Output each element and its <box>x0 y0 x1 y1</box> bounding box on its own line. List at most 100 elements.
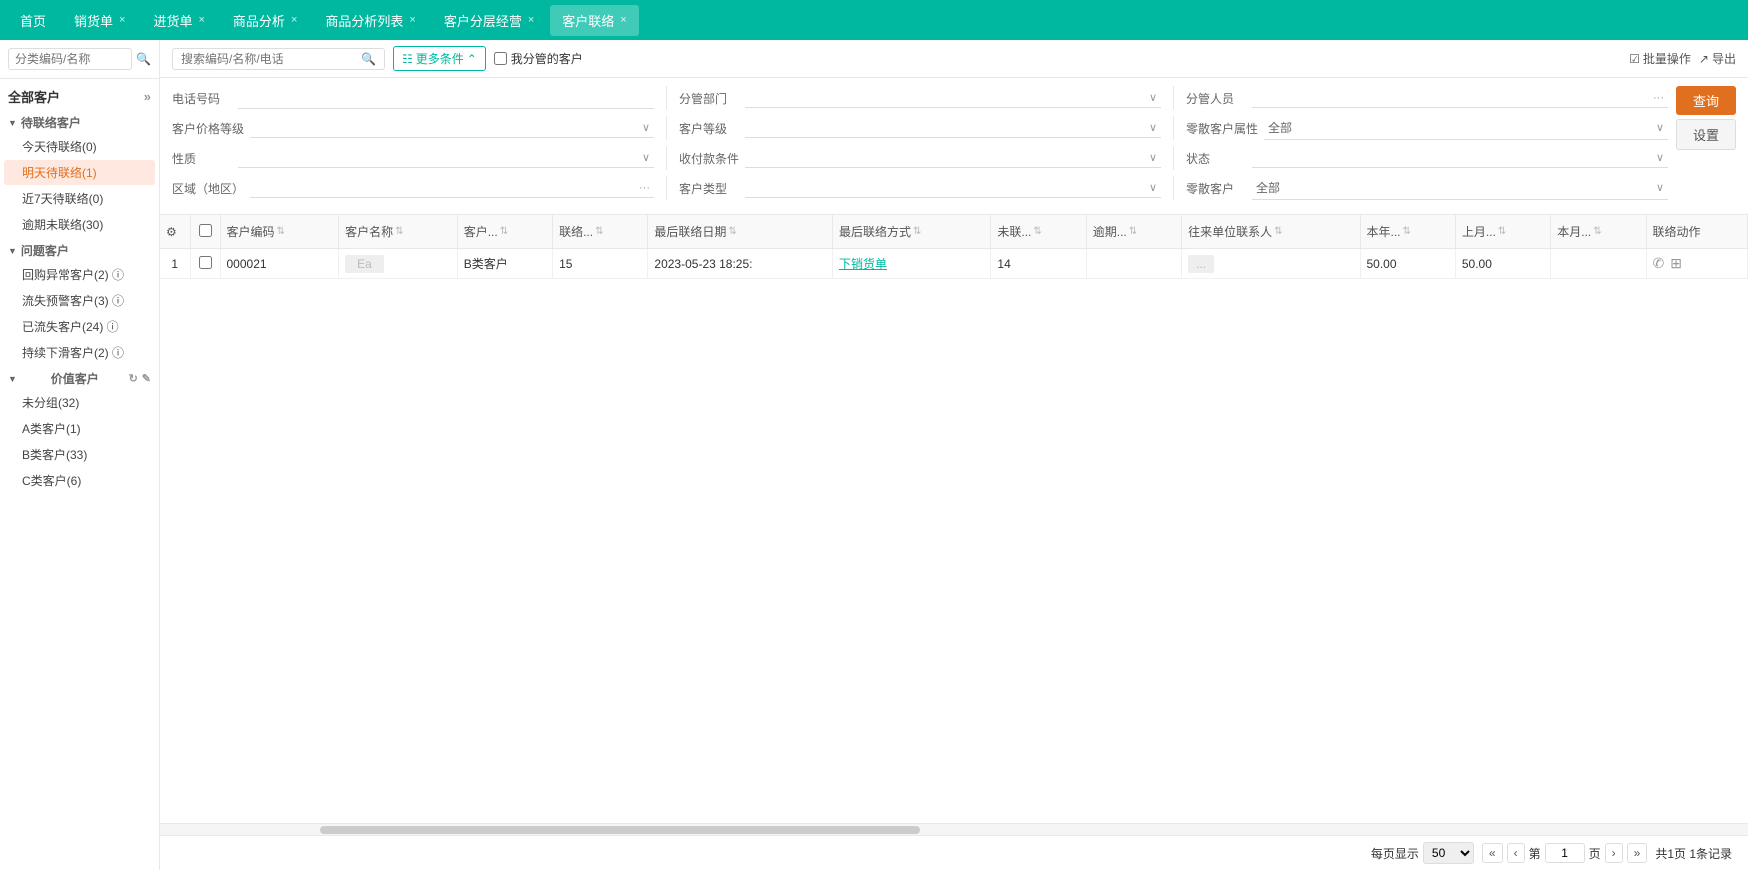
status-select[interactable] <box>1252 148 1668 168</box>
sidebar-item-today-contact[interactable]: 今天待联络(0) <box>4 134 155 159</box>
all-customers-header[interactable]: 全部客户 » <box>0 83 159 110</box>
col-last-contact-date: 最后联络日期⇅ <box>648 215 833 249</box>
col-customer-type: 客户...⇅ <box>457 215 552 249</box>
group-label-pending: 待联络客户 <box>0 110 159 133</box>
col-settings-icon[interactable]: ⚙ <box>166 225 177 239</box>
next-page-btn[interactable]: › <box>1605 843 1623 863</box>
sidebar-item-overdue-contact[interactable]: 逾期未联络(30) <box>4 212 155 237</box>
col-settings: ⚙ <box>160 215 190 249</box>
nav-sales-order[interactable]: 销货单 × <box>62 5 137 36</box>
sort-icon-method[interactable]: ⇅ <box>913 226 921 237</box>
sidebar-search-area: 🔍 <box>0 48 159 79</box>
horizontal-scrollbar[interactable] <box>160 823 1748 835</box>
row-last-date: 2023-05-23 18:25: <box>648 249 833 279</box>
query-button[interactable]: 查询 <box>1676 86 1736 115</box>
my-customers-checkbox[interactable] <box>494 52 507 65</box>
sidebar-item-7days-contact[interactable]: 近7天待联络(0) <box>4 186 155 211</box>
sidebar-item-repurchase-abnormal[interactable]: 回购异常客户(2) ⓘ <box>4 262 155 287</box>
sort-icon-this-month[interactable]: ⇅ <box>1593 226 1601 237</box>
sort-icon-name[interactable]: ⇅ <box>395 226 403 237</box>
row-code: 000021 <box>220 249 339 279</box>
edit-icon[interactable]: ✎ <box>142 372 151 385</box>
sidebar-item-a-class[interactable]: A类客户(1) <box>4 416 155 441</box>
first-page-btn[interactable]: « <box>1482 843 1503 863</box>
retail-attr-select[interactable]: 全部 <box>1264 116 1668 140</box>
select-all-checkbox[interactable] <box>199 224 212 237</box>
page-size-select[interactable]: 50 100 200 <box>1423 842 1474 864</box>
top-nav: 首页 销货单 × 进货单 × 商品分析 × 商品分析列表 × 客户分层经营 × … <box>0 0 1748 40</box>
nav-close-sales[interactable]: × <box>119 14 125 26</box>
filter-field-price-grade: 客户价格等级 <box>172 118 654 138</box>
sidebar-item-declining[interactable]: 持续下滑客户(2) ⓘ <box>4 340 155 365</box>
nav-customer-segment[interactable]: 客户分层经营 × <box>432 5 546 36</box>
sort-icon-date[interactable]: ⇅ <box>728 226 736 237</box>
nav-close-customer-contact[interactable]: × <box>620 14 626 26</box>
sort-icon-person[interactable]: ⇅ <box>1274 226 1282 237</box>
phone-input[interactable] <box>238 88 654 109</box>
row-customer-type: B类客户 <box>457 249 552 279</box>
export-btn[interactable]: ↗ 导出 <box>1699 50 1736 67</box>
page-input[interactable] <box>1545 843 1585 863</box>
sidebar-item-tomorrow-contact[interactable]: 明天待联络(1) <box>4 160 155 185</box>
sidebar-search-icon[interactable]: 🔍 <box>136 52 151 66</box>
nav-product-analysis[interactable]: 商品分析 × <box>221 5 309 36</box>
refresh-icon[interactable]: ↻ <box>129 372 138 385</box>
sort-icon-contact[interactable]: ⇅ <box>595 226 603 237</box>
nav-purchase-order[interactable]: 进货单 × <box>141 5 216 36</box>
retail-customer-select[interactable]: 全部 <box>1252 176 1668 200</box>
sort-icon-last-month[interactable]: ⇅ <box>1498 226 1506 237</box>
row-no: 1 <box>160 249 190 279</box>
scrollbar-thumb[interactable] <box>320 826 920 834</box>
nav-product-analysis-list[interactable]: 商品分析列表 × <box>313 5 427 36</box>
col-overdue: 逾期...⇅ <box>1086 215 1181 249</box>
sidebar-item-churned[interactable]: 已流失客户(24) ⓘ <box>4 314 155 339</box>
sidebar-item-ungrouped[interactable]: 未分组(32) <box>4 390 155 415</box>
search-input[interactable] <box>181 52 361 66</box>
nav-close-product[interactable]: × <box>291 14 297 26</box>
price-grade-select[interactable] <box>250 118 654 138</box>
phone-action-icon[interactable]: ✆ <box>1653 255 1665 272</box>
group-label-problem: 问题客户 <box>0 238 159 261</box>
table-container: ⚙ 客户编码⇅ 客户名称⇅ 客户...⇅ <box>160 215 1748 823</box>
nav-home[interactable]: 首页 <box>8 5 58 36</box>
nature-select[interactable] <box>238 148 654 168</box>
sort-icon-year[interactable]: ⇅ <box>1403 226 1411 237</box>
row-checkbox[interactable] <box>199 256 212 269</box>
sidebar-item-churn-warning[interactable]: 流失预警客户(3) ⓘ <box>4 288 155 313</box>
last-page-btn[interactable]: » <box>1627 843 1648 863</box>
customer-type-select[interactable] <box>745 178 1161 198</box>
payment-select[interactable] <box>745 148 1161 168</box>
sort-icon-type[interactable]: ⇅ <box>500 226 508 237</box>
customer-grade-select[interactable] <box>745 118 1161 138</box>
nav-close-purchase[interactable]: × <box>198 14 204 26</box>
collapse-icon[interactable]: » <box>144 89 151 104</box>
row-uncontacted: 14 <box>991 249 1086 279</box>
sidebar-item-b-class[interactable]: B类客户(33) <box>4 442 155 467</box>
branch-person-select[interactable] <box>1252 89 1668 108</box>
row-last-month: 50.00 <box>1455 249 1550 279</box>
settings-button[interactable]: 设置 <box>1676 119 1736 150</box>
prev-page-btn[interactable]: ‹ <box>1507 843 1525 863</box>
nav-customer-contact[interactable]: 客户联络 × <box>550 5 638 36</box>
nav-close-product-list[interactable]: × <box>409 14 415 26</box>
region-select[interactable] <box>250 179 654 198</box>
group-label-value: 价值客户 ↻ ✎ <box>0 366 159 389</box>
sort-icon-overdue[interactable]: ⇅ <box>1129 226 1137 237</box>
branch-dept-select[interactable] <box>745 88 1161 108</box>
last-method-link[interactable]: 下销货单 <box>839 257 887 271</box>
nav-close-customer-segment[interactable]: × <box>528 14 534 26</box>
my-customers-checkbox-area[interactable]: 我分管的客户 <box>494 50 583 67</box>
filter-row-4: 区域（地区） 客户类型 零散客户 全部 <box>172 176 1668 200</box>
grid-action-icon[interactable]: ⊞ <box>1670 255 1682 272</box>
more-conditions-btn[interactable]: ☷ 更多条件 ⌃ <box>393 46 486 71</box>
sidebar-search-input[interactable] <box>8 48 132 70</box>
sort-icon-code[interactable]: ⇅ <box>277 226 285 237</box>
batch-operation-btn[interactable]: ☑ 批量操作 <box>1629 50 1691 67</box>
sort-icon-uncontacted[interactable]: ⇅ <box>1033 226 1041 237</box>
filter-field-branch-dept: 分管部门 <box>679 88 1161 108</box>
sidebar-item-c-class[interactable]: C类客户(6) <box>4 468 155 493</box>
search-box: 🔍 <box>172 48 385 70</box>
filter-bar-right: ☑ 批量操作 ↗ 导出 <box>1629 50 1736 67</box>
col-contact-person: 往来单位联系人⇅ <box>1182 215 1360 249</box>
search-icon[interactable]: 🔍 <box>361 52 376 66</box>
